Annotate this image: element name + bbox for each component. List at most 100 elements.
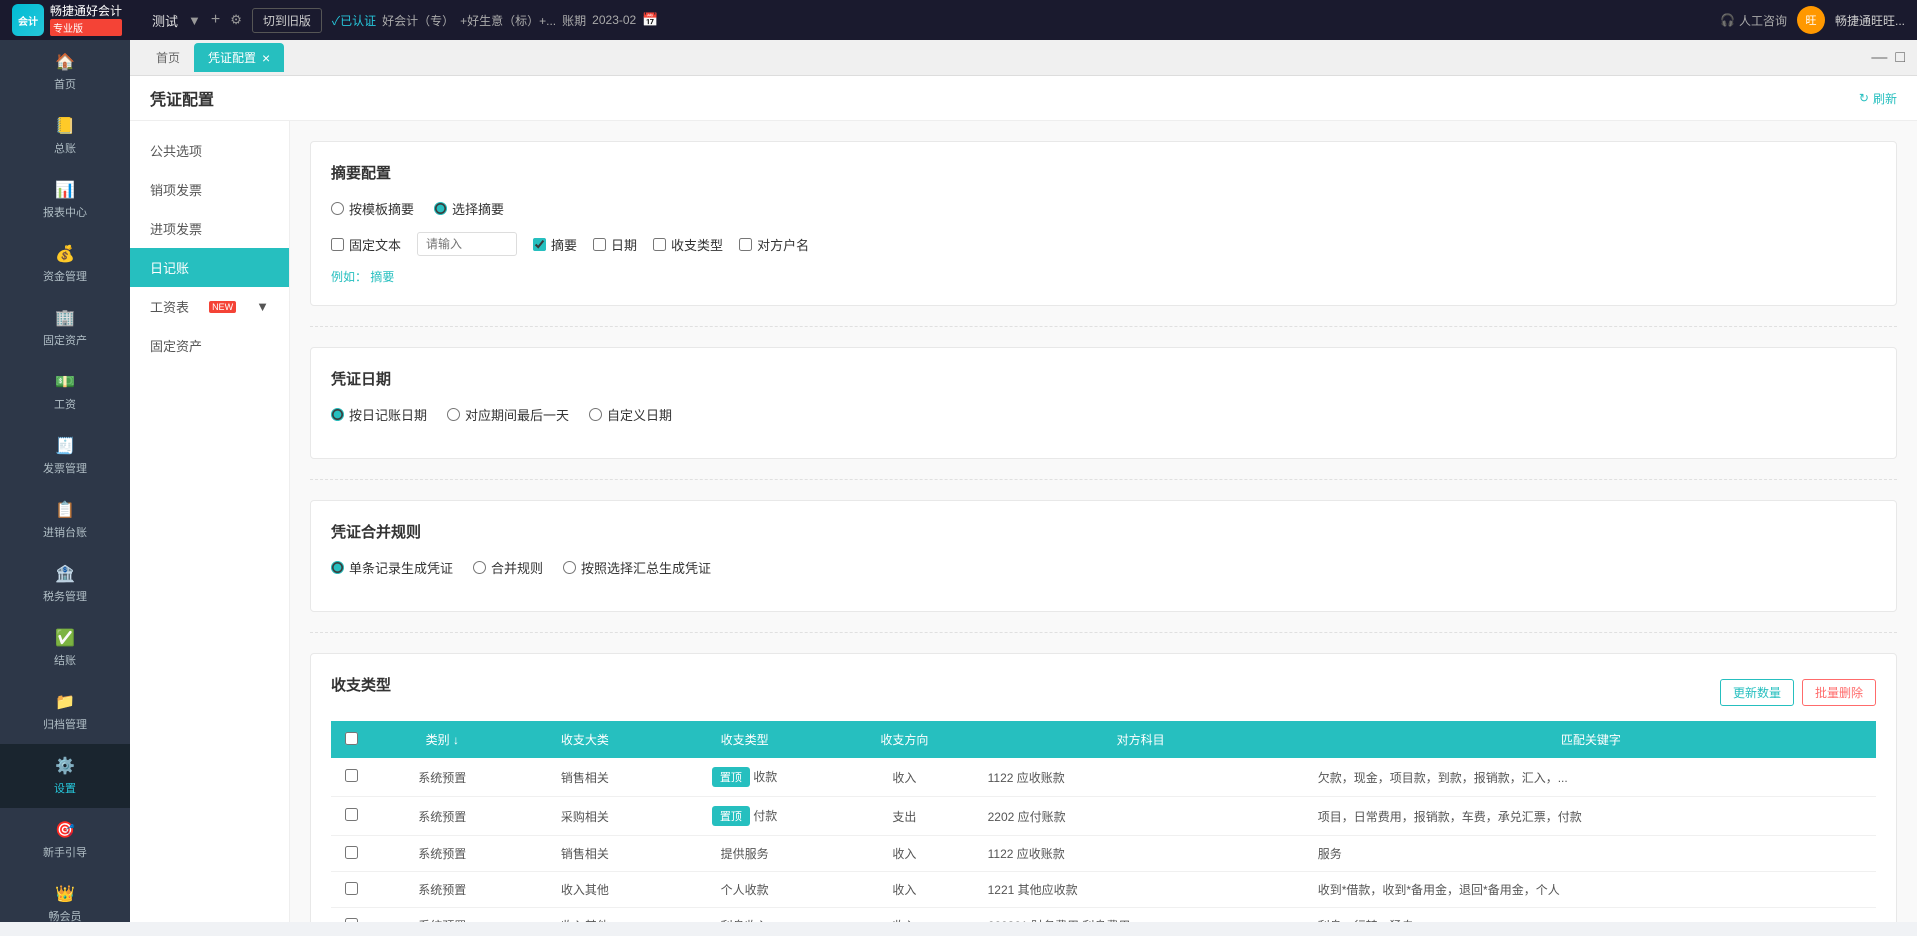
- row-checkbox-2[interactable]: [345, 846, 358, 859]
- summary-label: 摘要: [551, 235, 577, 254]
- cell-subject-2: 1122 应收账款: [976, 836, 1306, 872]
- row-checkbox-cell[interactable]: [331, 797, 371, 836]
- tab-close-icon[interactable]: ×: [262, 50, 270, 66]
- sidebar-item-guide[interactable]: 🎯 新手引导: [0, 808, 130, 872]
- counterpart-checkbox[interactable]: 对方户名: [739, 235, 809, 254]
- sidebar-item-home[interactable]: 🏠 首页: [0, 40, 130, 104]
- sidebar-label-ledger: 总账: [54, 140, 76, 156]
- avatar[interactable]: 旺: [1797, 6, 1825, 34]
- date-checkbox-input[interactable]: [593, 238, 606, 251]
- checkbox-row: 固定文本 摘要 日期 收支类型: [331, 232, 1876, 256]
- company-dropdown-icon[interactable]: ▼: [188, 13, 201, 28]
- radio-last-day-input[interactable]: [447, 408, 460, 421]
- cell-bigtype-2: 销售相关: [514, 836, 657, 872]
- left-nav-purchase-invoice[interactable]: 进项发票: [130, 209, 289, 248]
- sidebar-item-archive[interactable]: 📁 归档管理: [0, 680, 130, 744]
- left-nav-purchase-invoice-label: 进项发票: [150, 219, 202, 238]
- left-nav-public[interactable]: 公共选项: [130, 131, 289, 170]
- settings-icon[interactable]: ⚙: [230, 12, 242, 28]
- date-checkbox[interactable]: 日期: [593, 235, 637, 254]
- row-checkbox-cell[interactable]: [331, 836, 371, 872]
- radio-journal-date-input[interactable]: [331, 408, 344, 421]
- income-type-checkbox[interactable]: 收支类型: [653, 235, 723, 254]
- radio-last-day[interactable]: 对应期间最后一天: [447, 405, 569, 424]
- table-body: 系统预置 销售相关 置顶 收款 收入 1122 应收账款 欠款，现金，项目款，到…: [331, 758, 1876, 922]
- income-type-table: 类别 ↓ 收支大类 收支类型 收支方向 对方科目 匹配关键字 系统预置: [331, 721, 1876, 922]
- income-type-section: 收支类型 更新数量 批量删除 类别 ↓: [310, 653, 1897, 922]
- radio-summary-gen[interactable]: 按照选择汇总生成凭证: [563, 558, 711, 577]
- th-type: 收支类型: [656, 721, 833, 758]
- radio-summary-input[interactable]: [563, 561, 576, 574]
- sidebar-item-settings[interactable]: ⚙️ 设置: [0, 744, 130, 808]
- sidebar-item-funds[interactable]: 💰 资金管理: [0, 232, 130, 296]
- fixed-text-field[interactable]: [417, 232, 517, 256]
- sidebar-label-closing: 结账: [54, 652, 76, 668]
- tab-voucher-config[interactable]: 凭证配置 ×: [194, 43, 284, 72]
- income-type-input[interactable]: [653, 238, 666, 251]
- sidebar-item-assets[interactable]: 🏢 固定资产: [0, 296, 130, 360]
- radio-select-summary[interactable]: 选择摘要: [434, 199, 504, 218]
- username: 畅捷通旺旺...: [1835, 12, 1905, 29]
- maximize-button[interactable]: □: [1895, 49, 1905, 67]
- cell-direction-1: 支出: [833, 797, 976, 836]
- left-nav-fixed-assets[interactable]: 固定资产: [130, 326, 289, 365]
- top-tag-btn-1[interactable]: 置顶: [712, 806, 750, 826]
- select-all-checkbox[interactable]: [345, 732, 358, 745]
- cell-type-3: 个人收款: [656, 872, 833, 908]
- update-count-button[interactable]: 更新数量: [1720, 679, 1794, 706]
- radio-select-input[interactable]: [434, 202, 447, 215]
- fixed-text-checkbox[interactable]: 固定文本: [331, 235, 401, 254]
- sidebar-item-stockbook[interactable]: 📋 进销台账: [0, 488, 130, 552]
- th-keyword: 匹配关键字: [1306, 721, 1876, 758]
- top-tag-btn-0[interactable]: 置顶: [712, 767, 750, 787]
- row-checkbox-0[interactable]: [345, 769, 358, 782]
- headset-icon: 🎧: [1720, 13, 1735, 27]
- sidebar-item-salary[interactable]: 💵 工资: [0, 360, 130, 424]
- th-checkbox[interactable]: [331, 721, 371, 758]
- row-checkbox-3[interactable]: [345, 882, 358, 895]
- table-row: 系统预置 收入其他 利息收入 收入 660301 财务费用 利息费用 利息，行转…: [331, 908, 1876, 923]
- sidebar-item-reports[interactable]: 📊 报表中心: [0, 168, 130, 232]
- sidebar-item-ledger[interactable]: 📒 总账: [0, 104, 130, 168]
- row-checkbox-cell[interactable]: [331, 872, 371, 908]
- left-nav-payroll[interactable]: 工资表 NEW ▼: [130, 287, 289, 326]
- customer-service-button[interactable]: 🎧 人工咨询: [1720, 12, 1787, 29]
- row-checkbox-1[interactable]: [345, 808, 358, 821]
- sidebar-item-tax[interactable]: 🏦 税务管理: [0, 552, 130, 616]
- left-nav-journal[interactable]: 日记账: [130, 248, 289, 287]
- sidebar-label-guide: 新手引导: [43, 844, 87, 860]
- radio-single[interactable]: 单条记录生成凭证: [331, 558, 453, 577]
- radio-last-day-label: 对应期间最后一天: [465, 405, 569, 424]
- row-checkbox-4[interactable]: [345, 918, 358, 923]
- fixed-text-input[interactable]: [331, 238, 344, 251]
- logo-title: 畅捷通好会计: [50, 4, 122, 18]
- radio-journal-date[interactable]: 按日记账日期: [331, 405, 427, 424]
- switch-version-button[interactable]: 切到旧版: [252, 8, 322, 33]
- row-checkbox-cell[interactable]: [331, 758, 371, 797]
- radio-template-summary[interactable]: 按模板摘要: [331, 199, 414, 218]
- cell-keywords-0: 欠款，现金，项目款，到款，报销款，汇入，...: [1306, 758, 1876, 797]
- radio-custom-date[interactable]: 自定义日期: [589, 405, 672, 424]
- radio-merge-rules[interactable]: 合并规则: [473, 558, 543, 577]
- counterpart-input[interactable]: [739, 238, 752, 251]
- calendar-icon[interactable]: 📅: [642, 12, 658, 28]
- refresh-button[interactable]: ↻ 刷新: [1859, 90, 1897, 107]
- left-nav-sales-invoice[interactable]: 销项发票: [130, 170, 289, 209]
- add-icon[interactable]: +: [211, 11, 220, 29]
- summary-checkbox-input[interactable]: [533, 238, 546, 251]
- radio-merge-input[interactable]: [473, 561, 486, 574]
- radio-template-input[interactable]: [331, 202, 344, 215]
- sidebar-item-closing[interactable]: ✅ 结账: [0, 616, 130, 680]
- minimize-button[interactable]: —: [1871, 49, 1887, 67]
- summary-section: 摘要配置 按模板摘要 选择摘要: [310, 141, 1897, 306]
- left-nav: 公共选项 销项发票 进项发票 日记账 工资表 NEW ▼ 固定资产: [130, 121, 290, 922]
- summary-checkbox[interactable]: 摘要: [533, 235, 577, 254]
- radio-single-input[interactable]: [331, 561, 344, 574]
- cell-subject-4: 660301 财务费用 利息费用: [976, 908, 1306, 923]
- batch-delete-button[interactable]: 批量删除: [1802, 679, 1876, 706]
- sidebar-item-member[interactable]: 👑 畅会员: [0, 872, 130, 936]
- row-checkbox-cell[interactable]: [331, 908, 371, 923]
- sidebar-item-invoice[interactable]: 🧾 发票管理: [0, 424, 130, 488]
- tab-home[interactable]: 首页: [142, 43, 194, 72]
- radio-custom-date-input[interactable]: [589, 408, 602, 421]
